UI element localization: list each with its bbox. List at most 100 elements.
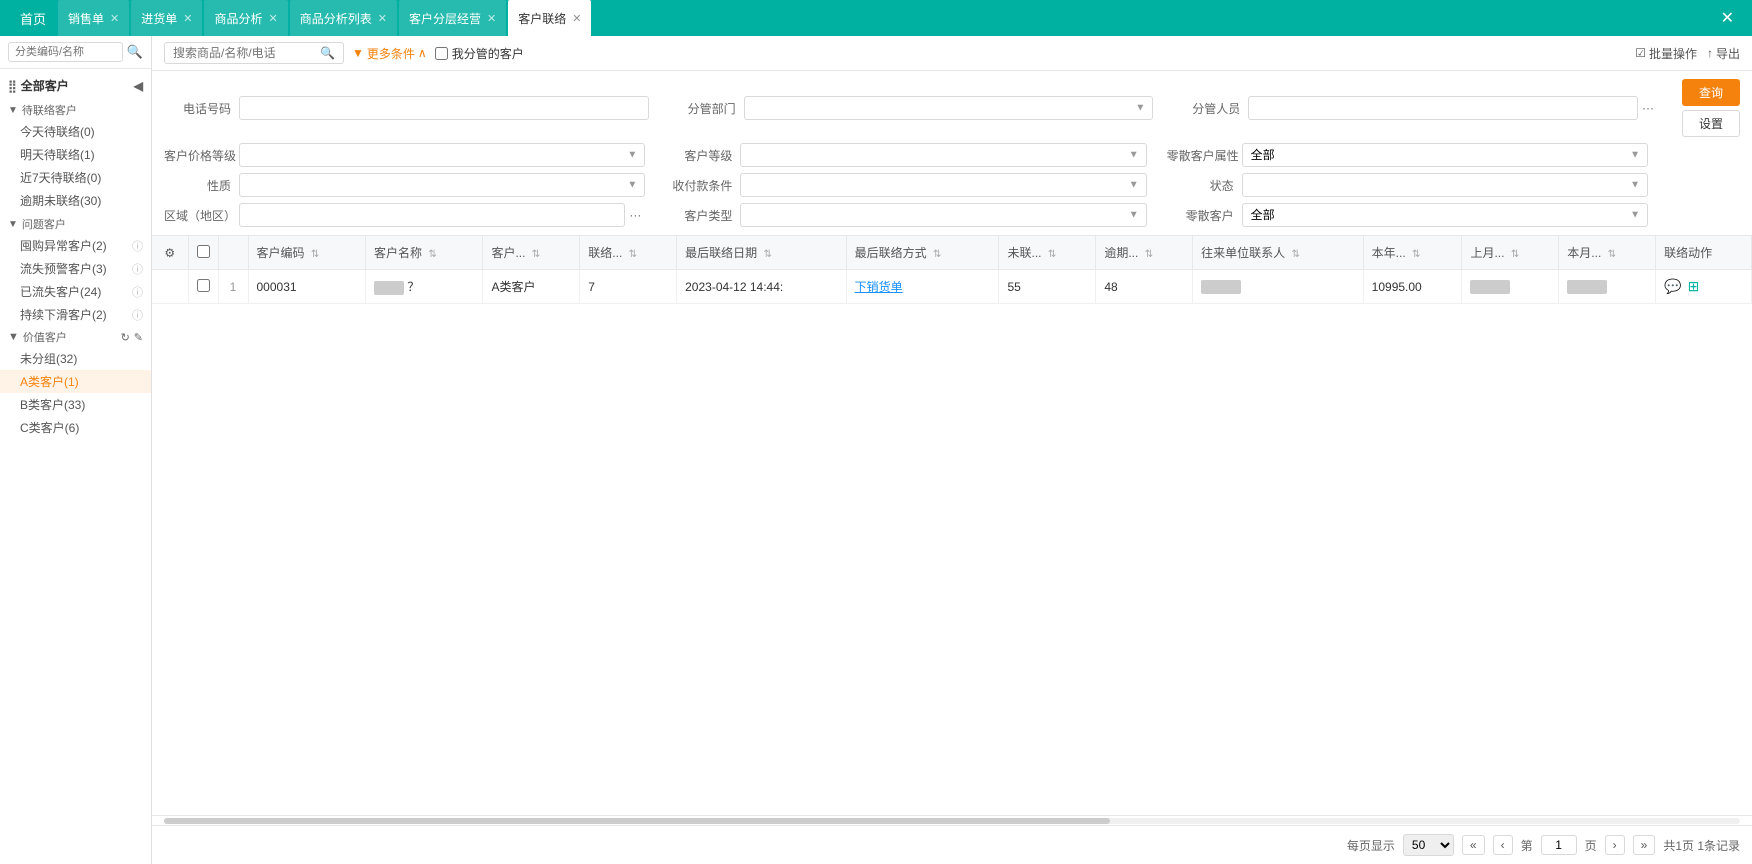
nav-home[interactable]: 首页	[8, 9, 58, 28]
sidebar-item-declining[interactable]: 持续下滑客户(2) ⓘ	[0, 303, 151, 326]
filter-input-phone[interactable]	[239, 96, 649, 120]
nav-tab-customer-tier-close[interactable]: ✕	[487, 12, 496, 25]
nav-tab-sales[interactable]: 销售单 ✕	[58, 0, 129, 36]
filter-select-scatter[interactable]: 全部	[1242, 203, 1648, 227]
sidebar-all-customers-label[interactable]: 全部客户	[21, 77, 69, 94]
horizontal-scrollbar[interactable]	[152, 815, 1752, 825]
scrollbar-track	[164, 818, 1740, 824]
th-last-month[interactable]: 上月... ⇅	[1462, 236, 1559, 270]
export-btn[interactable]: ↑ 导出	[1707, 45, 1740, 62]
filter-field-scatter-attr: 零散客户属性 全部 ▼	[1167, 143, 1648, 167]
sort-icon-unit-contact: ⇅	[1292, 249, 1300, 260]
th-last-date[interactable]: 最后联络日期 ⇅	[677, 236, 847, 270]
filter-input-region[interactable]	[239, 203, 625, 227]
sidebar-item-churned[interactable]: 已流失客户(24) ⓘ	[0, 280, 151, 303]
th-overdue[interactable]: 逾期... ⇅	[1096, 236, 1193, 270]
my-customer-wrap[interactable]: 我分管的客户	[435, 45, 524, 62]
filter-select-scatter-attr[interactable]: 全部	[1242, 143, 1648, 167]
query-button[interactable]: 查询	[1682, 79, 1740, 106]
nav-tab-analysis-close[interactable]: ✕	[269, 12, 278, 25]
select-all-checkbox[interactable]	[197, 245, 210, 258]
th-this-year[interactable]: 本年... ⇅	[1363, 236, 1462, 270]
th-last-date-label: 最后联络日期	[685, 246, 757, 260]
filter-select-dept[interactable]	[744, 96, 1154, 120]
sidebar-item-overdue[interactable]: 逾期未联络(30)	[0, 189, 151, 212]
search-input[interactable]	[173, 46, 316, 60]
filter-select-level[interactable]	[740, 143, 1146, 167]
sidebar-item-abnormal[interactable]: 囤购异常客户(2) ⓘ	[0, 234, 151, 257]
th-contact[interactable]: 联络... ⇅	[580, 236, 677, 270]
scrollbar-thumb[interactable]	[164, 818, 1110, 824]
filter-select-ctype[interactable]	[740, 203, 1146, 227]
th-last-way[interactable]: 最后联络方式 ⇅	[846, 236, 999, 270]
td-last-date: 2023-04-12 14:44:	[677, 270, 847, 304]
nav-tab-customer-tier[interactable]: 客户分层经营 ✕	[399, 0, 506, 36]
sidebar-item-today[interactable]: 今天待联络(0)	[0, 120, 151, 143]
filter-dots-region[interactable]: ···	[625, 208, 645, 222]
sort-icon-overdue: ⇅	[1145, 249, 1153, 260]
th-gear[interactable]: ⚙	[152, 236, 188, 270]
th-uncontact[interactable]: 未联... ⇅	[999, 236, 1096, 270]
sidebar-item-class-c[interactable]: C类客户(6)	[0, 416, 151, 439]
filter-select-scatter-attr-wrap: 全部 ▼	[1242, 143, 1648, 167]
nav-tab-analysis-list-close[interactable]: ✕	[378, 12, 387, 25]
sidebar-item-today-label: 今天待联络(0)	[20, 123, 95, 140]
th-name-label: 客户名称	[374, 246, 422, 260]
td-last-way[interactable]: 下销货单	[846, 270, 999, 304]
sidebar-item-tomorrow[interactable]: 明天待联络(1)	[0, 143, 151, 166]
sidebar-item-churn-warn[interactable]: 流失预警客户(3) ⓘ	[0, 257, 151, 280]
close-all-tabs[interactable]: ✕	[1711, 8, 1744, 28]
th-type[interactable]: 客户... ⇅	[483, 236, 580, 270]
sidebar-item-class-a-label: A类客户(1)	[20, 373, 79, 390]
batch-btn[interactable]: ☑ 批量操作	[1635, 45, 1697, 62]
per-page-select[interactable]: 50 100	[1403, 834, 1454, 856]
sidebar-item-class-b[interactable]: B类客户(33)	[0, 393, 151, 416]
action-qr-icon[interactable]: ⊞	[1688, 278, 1700, 295]
more-filter-btn[interactable]: ▼ 更多条件 ∧	[352, 45, 427, 62]
sidebar-search-icon[interactable]: 🔍	[127, 44, 143, 60]
nav-tab-customer-contact[interactable]: 客户联络 ✕	[508, 0, 591, 36]
first-page-btn[interactable]: «	[1462, 835, 1485, 855]
sidebar-item-7days[interactable]: 近7天待联络(0)	[0, 166, 151, 189]
filter-label-ctype: 客户类型	[665, 207, 740, 224]
sidebar-collapse-icon[interactable]: ◀	[134, 79, 143, 93]
th-code-label: 客户编码	[257, 246, 305, 260]
setting-button[interactable]: 设置	[1682, 110, 1740, 137]
th-code[interactable]: 客户编码 ⇅	[248, 236, 365, 270]
filter-select-payment[interactable]	[740, 173, 1146, 197]
td-last-month	[1462, 270, 1559, 304]
filter-field-scatter: 零散客户 全部 ▼	[1167, 203, 1648, 227]
filter-input-person[interactable]	[1248, 96, 1638, 120]
th-unit-contact[interactable]: 往来单位联系人 ⇅	[1193, 236, 1364, 270]
nav-tab-customer-contact-close[interactable]: ✕	[572, 12, 581, 25]
filter-dots-person[interactable]: ···	[1638, 101, 1658, 115]
last-page-btn[interactable]: »	[1633, 835, 1656, 855]
filter-select-nature[interactable]	[239, 173, 645, 197]
row-checkbox[interactable]	[197, 279, 210, 292]
sidebar-item-class-a[interactable]: A类客户(1)	[0, 370, 151, 393]
filter-select-price[interactable]	[239, 143, 645, 167]
th-this-month[interactable]: 本月... ⇅	[1559, 236, 1656, 270]
nav-tab-analysis-list-label: 商品分析列表	[300, 10, 372, 27]
last-way-link[interactable]: 下销货单	[855, 280, 903, 294]
my-customer-checkbox[interactable]	[435, 47, 448, 60]
nav-tab-analysis[interactable]: 商品分析 ✕	[204, 0, 287, 36]
sidebar-search-input[interactable]	[8, 42, 123, 62]
nav-tab-analysis-list[interactable]: 商品分析列表 ✕	[290, 0, 397, 36]
nav-tab-sales-close[interactable]: ✕	[110, 12, 119, 25]
filter-select-status[interactable]	[1242, 173, 1648, 197]
action-message-icon[interactable]: 💬	[1664, 278, 1681, 295]
td-num: 1	[218, 270, 248, 304]
sidebar-item-ungroup[interactable]: 未分组(32)	[0, 347, 151, 370]
nav-tab-sales-label: 销售单	[68, 10, 104, 27]
next-page-btn[interactable]: ›	[1605, 835, 1625, 855]
th-name[interactable]: 客户名称 ⇅	[365, 236, 482, 270]
prev-page-btn[interactable]: ‹	[1493, 835, 1513, 855]
value-refresh-icon[interactable]: ↻	[121, 331, 130, 344]
search-submit-icon[interactable]: 🔍	[320, 46, 335, 60]
value-edit-icon[interactable]: ✎	[134, 331, 143, 344]
nav-tab-purchase[interactable]: 进货单 ✕	[131, 0, 202, 36]
batch-label: 批量操作	[1649, 45, 1697, 62]
page-input[interactable]	[1541, 835, 1577, 855]
nav-tab-purchase-close[interactable]: ✕	[183, 12, 192, 25]
